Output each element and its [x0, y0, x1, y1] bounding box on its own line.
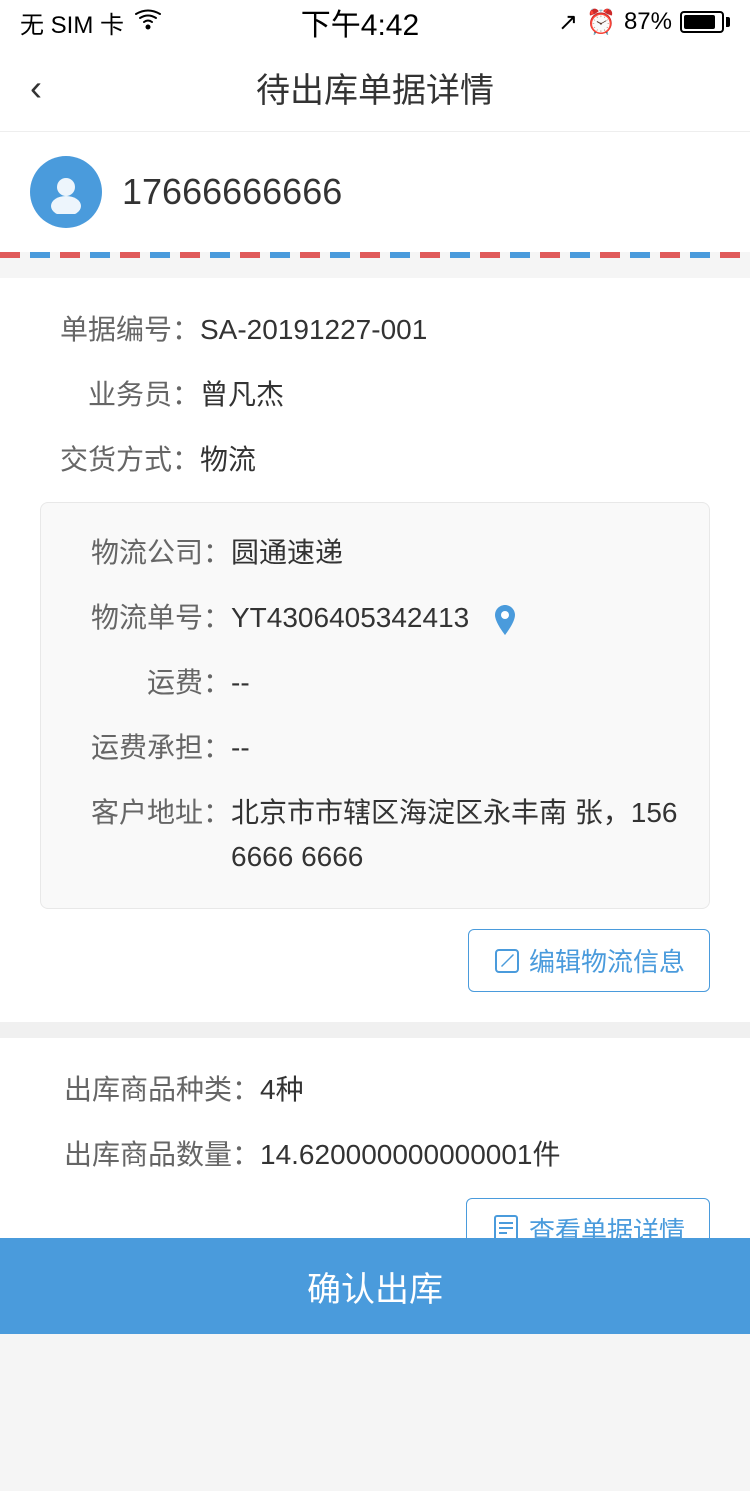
- tracking-number-row: 物流单号： YT4306405342413: [71, 596, 679, 641]
- logistics-company-row: 物流公司： 圆通速递: [71, 531, 679, 576]
- status-bar: 无 SIM 卡 下午4:42 ↗ ⏰ 87%: [0, 0, 750, 44]
- freight-value: --: [231, 661, 679, 706]
- logistics-company-value: 圆通速递: [231, 531, 679, 576]
- confirm-button-wrap[interactable]: 确认出库: [0, 1238, 750, 1334]
- delivery-label: 交货方式：: [40, 438, 200, 483]
- status-bar-time: 下午4:42: [301, 0, 419, 44]
- product-quantity-value: 14.620000000000001件: [260, 1133, 710, 1178]
- tracking-number-value: YT4306405342413: [231, 596, 679, 641]
- salesman-value: 曾凡杰: [200, 373, 710, 418]
- address-value: 北京市市辖区海淀区永丰南 张，156 6666 6666: [231, 791, 679, 881]
- tracking-number-label: 物流单号：: [71, 596, 231, 641]
- edit-icon: [493, 947, 521, 975]
- status-bar-left: 无 SIM 卡: [20, 5, 162, 40]
- product-quantity-label: 出库商品数量：: [40, 1133, 260, 1178]
- freight-label: 运费：: [71, 661, 231, 706]
- document-number-label: 单据编号：: [40, 308, 200, 353]
- customer-phone: 17666666666: [122, 171, 342, 213]
- address-label: 客户地址：: [71, 791, 231, 836]
- nav-bar: ‹ 待出库单据详情: [0, 44, 750, 132]
- section-separator: [0, 1022, 750, 1038]
- carrier-text: 无 SIM 卡: [20, 5, 124, 40]
- logistics-card: 物流公司： 圆通速递 物流单号： YT4306405342413 运费： -- …: [40, 502, 710, 909]
- edit-logistics-label: 编辑物流信息: [529, 942, 685, 979]
- freight-bearer-value: --: [231, 726, 679, 771]
- avatar: [30, 156, 102, 228]
- page-title: 待出库单据详情: [256, 63, 494, 112]
- dashed-divider: [0, 252, 750, 258]
- freight-row: 运费： --: [71, 661, 679, 706]
- status-bar-right: ↗ ⏰ 87%: [558, 8, 730, 37]
- product-kind-row: 出库商品种类： 4种: [40, 1068, 710, 1113]
- document-info-section: 单据编号： SA-20191227-001 业务员： 曾凡杰 交货方式： 物流 …: [0, 278, 750, 1022]
- delivery-value: 物流: [200, 438, 710, 483]
- wifi-icon: [134, 8, 162, 37]
- location-service-icon: ↗: [558, 8, 578, 37]
- product-kind-value: 4种: [260, 1068, 710, 1113]
- salesman-label: 业务员：: [40, 373, 200, 418]
- freight-bearer-row: 运费承担： --: [71, 726, 679, 771]
- salesman-row: 业务员： 曾凡杰: [40, 373, 710, 418]
- battery-icon: [680, 11, 730, 33]
- edit-logistics-button[interactable]: 编辑物流信息: [468, 929, 710, 992]
- address-row: 客户地址： 北京市市辖区海淀区永丰南 张，156 6666 6666: [71, 791, 679, 881]
- freight-bearer-label: 运费承担：: [71, 726, 231, 771]
- battery-percent: 87%: [624, 8, 672, 36]
- logistics-company-label: 物流公司：: [71, 531, 231, 576]
- delivery-row: 交货方式： 物流: [40, 438, 710, 483]
- map-location-icon[interactable]: [487, 602, 523, 638]
- customer-header: 17666666666: [0, 132, 750, 252]
- edit-logistics-button-wrap: 编辑物流信息: [40, 929, 710, 992]
- document-number-row: 单据编号： SA-20191227-001: [40, 308, 710, 353]
- document-number-value: SA-20191227-001: [200, 308, 710, 353]
- alarm-icon: ⏰: [586, 8, 616, 37]
- product-kind-label: 出库商品种类：: [40, 1068, 260, 1113]
- product-quantity-row: 出库商品数量： 14.620000000000001件: [40, 1133, 710, 1178]
- back-button[interactable]: ‹: [30, 67, 42, 109]
- confirm-button-label: 确认出库: [307, 1262, 443, 1311]
